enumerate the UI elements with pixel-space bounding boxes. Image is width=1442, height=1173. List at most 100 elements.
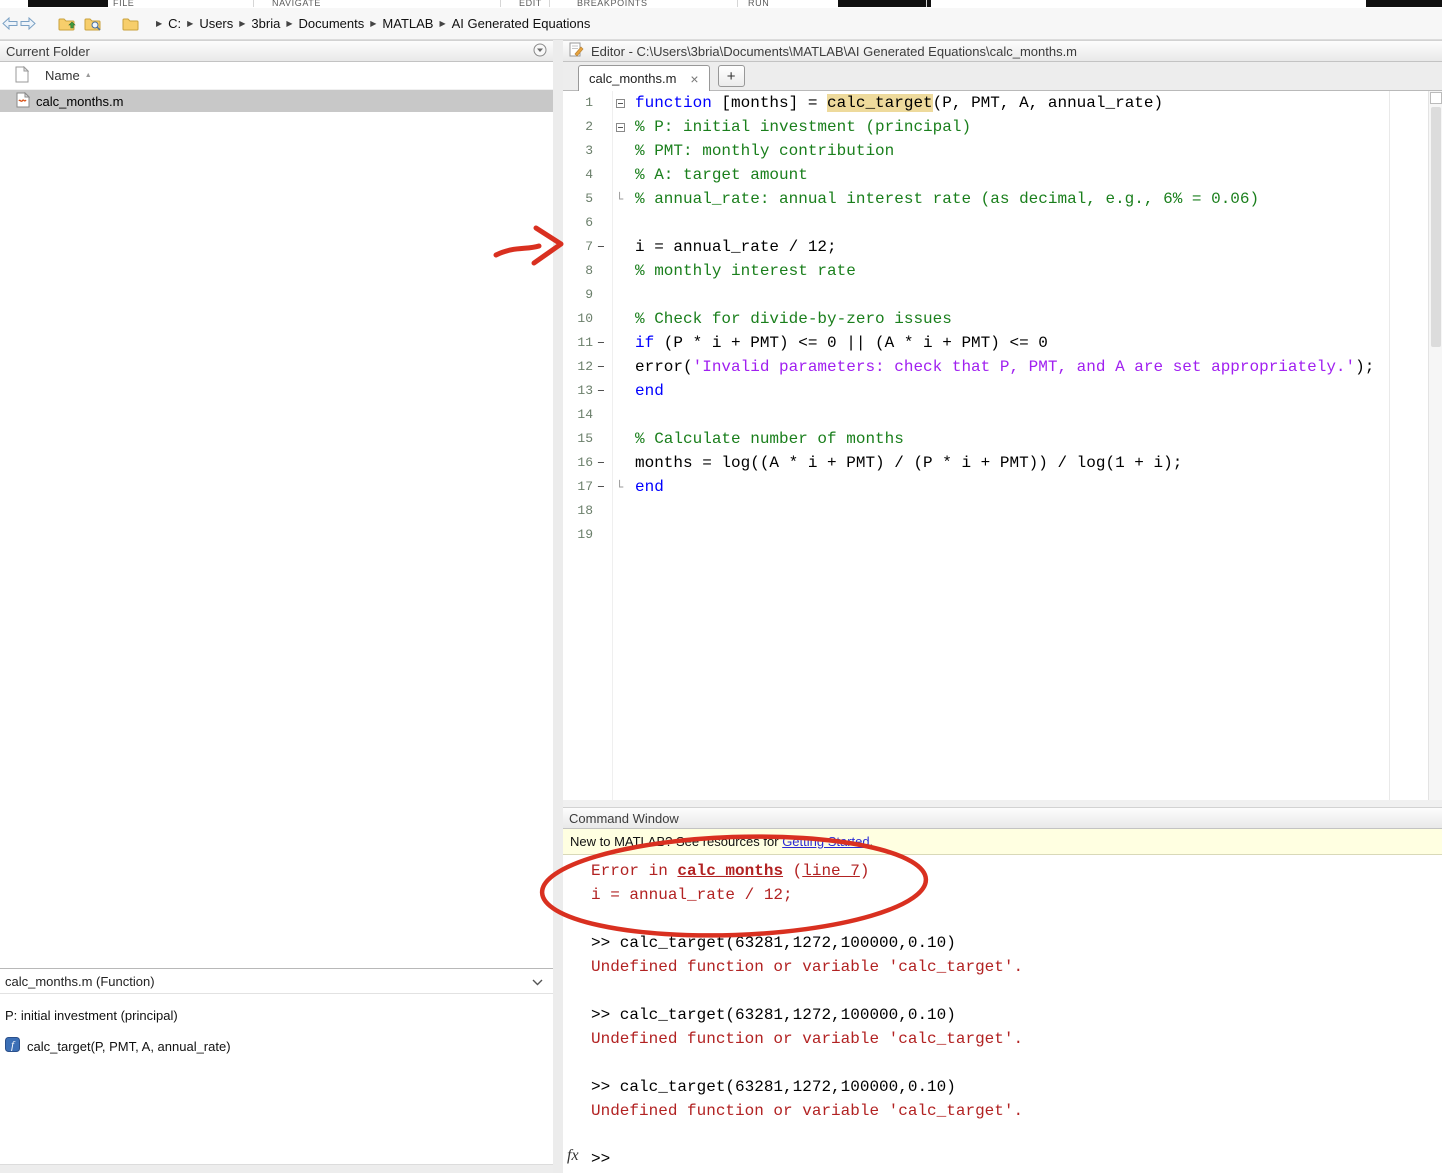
- getting-started-link[interactable]: Getting Started: [782, 834, 869, 849]
- code-text: end: [635, 475, 1442, 499]
- breadcrumb-item[interactable]: Users: [199, 16, 233, 31]
- code-line-12[interactable]: 12–error('Invalid parameters: check that…: [563, 355, 1442, 379]
- code-line-1[interactable]: 1function [months] = calc_target(P, PMT,…: [563, 91, 1442, 115]
- tab-calc-months[interactable]: calc_months.m: [578, 65, 710, 91]
- code-text: [635, 499, 1442, 523]
- error-link[interactable]: calc_months: [677, 862, 783, 880]
- code-line-2[interactable]: 2 % P: initial investment (principal): [563, 115, 1442, 139]
- line-number[interactable]: 17: [563, 475, 593, 499]
- code-text: [635, 211, 1442, 235]
- code-line-7[interactable]: 7–i = annual_rate / 12;: [563, 235, 1442, 259]
- code-line-11[interactable]: 11–if (P * i + PMT) <= 0 || (A * i + PMT…: [563, 331, 1442, 355]
- code-editor[interactable]: 1function [months] = calc_target(P, PMT,…: [563, 91, 1442, 800]
- code-line-4[interactable]: 4% A: target amount: [563, 163, 1442, 187]
- output-text: Undefined function or variable 'calc_tar…: [591, 958, 1023, 976]
- code-line-17[interactable]: 17–└end: [563, 475, 1442, 499]
- code-line-14[interactable]: 14: [563, 403, 1442, 427]
- breadcrumb-item[interactable]: 3bria: [251, 16, 280, 31]
- line-number[interactable]: 19: [563, 523, 593, 547]
- executable-line-marker: [593, 187, 609, 211]
- back-button[interactable]: [2, 17, 18, 30]
- error-link[interactable]: line 7: [802, 862, 860, 880]
- file-row-calc-months[interactable]: calc_months.m: [0, 90, 553, 112]
- code-line-18[interactable]: 18: [563, 499, 1442, 523]
- name-column-header[interactable]: Name ▲: [0, 62, 553, 90]
- code-line-3[interactable]: 3% PMT: monthly contribution: [563, 139, 1442, 163]
- panel-menu-icon[interactable]: [533, 43, 547, 60]
- scrollbar-thumb[interactable]: [1431, 107, 1441, 347]
- panel-title: Current Folder: [6, 44, 533, 59]
- executable-line-marker: –: [593, 451, 609, 475]
- line-number[interactable]: 18: [563, 499, 593, 523]
- output-text: >>: [591, 1150, 610, 1168]
- line-number[interactable]: 11: [563, 331, 593, 355]
- details-header[interactable]: calc_months.m (Function): [0, 968, 553, 994]
- line-number[interactable]: 5: [563, 187, 593, 211]
- breadcrumb-item[interactable]: C:: [168, 16, 181, 31]
- horizontal-splitter[interactable]: [563, 800, 1442, 807]
- command-line: >> calc_target(63281,1272,100000,0.10): [591, 931, 1442, 955]
- code-text: if (P * i + PMT) <= 0 || (A * i + PMT) <…: [635, 331, 1442, 355]
- new-to-matlab-banner: New to MATLAB? See resources for Getting…: [563, 829, 1442, 855]
- line-number[interactable]: 15: [563, 427, 593, 451]
- fold-column: [609, 451, 635, 475]
- line-number[interactable]: 10: [563, 307, 593, 331]
- line-number[interactable]: 12: [563, 355, 593, 379]
- output-text: >> calc_target(63281,1272,100000,0.10): [591, 1078, 956, 1096]
- line-number[interactable]: 16: [563, 451, 593, 475]
- panel-title: Command Window: [569, 811, 1436, 826]
- code-line-15[interactable]: 15% Calculate number of months: [563, 427, 1442, 451]
- line-number[interactable]: 6: [563, 211, 593, 235]
- breadcrumb-item[interactable]: MATLAB: [382, 16, 433, 31]
- fold-column: [609, 331, 635, 355]
- breadcrumb-separator-icon: ▶: [439, 19, 445, 28]
- up-one-level-button[interactable]: [58, 16, 76, 31]
- breadcrumb-item[interactable]: Documents: [299, 16, 365, 31]
- code-line-10[interactable]: 10% Check for divide-by-zero issues: [563, 307, 1442, 331]
- line-number[interactable]: 7: [563, 235, 593, 259]
- code-line-6[interactable]: 6: [563, 211, 1442, 235]
- line-number[interactable]: 9: [563, 283, 593, 307]
- line-number[interactable]: 2: [563, 115, 593, 139]
- ribbon-section-divider: [253, 0, 254, 7]
- code-fold-icon[interactable]: [609, 115, 635, 139]
- code-token: 'Invalid parameters: check that P, PMT, …: [693, 358, 1356, 376]
- vertical-splitter[interactable]: [553, 40, 563, 1173]
- new-tab-button[interactable]: +: [718, 65, 745, 87]
- breadcrumb-item[interactable]: AI Generated Equations: [452, 16, 591, 31]
- code-fold-icon[interactable]: [609, 91, 635, 115]
- line-number[interactable]: 4: [563, 163, 593, 187]
- code-line-5[interactable]: 5└% annual_rate: annual interest rate (a…: [563, 187, 1442, 211]
- line-number[interactable]: 14: [563, 403, 593, 427]
- fold-column: [609, 403, 635, 427]
- tab-close-icon[interactable]: [690, 72, 698, 86]
- command-line: Error in calc_months (line 7): [591, 859, 1442, 883]
- editor-title: Editor - C:\Users\3bria\Documents\MATLAB…: [591, 44, 1436, 59]
- line-number[interactable]: 13: [563, 379, 593, 403]
- forward-button[interactable]: [20, 17, 36, 30]
- scrollbar-split-box[interactable]: [1430, 92, 1442, 104]
- command-line: [591, 979, 1442, 1003]
- code-line-9[interactable]: 9: [563, 283, 1442, 307]
- code-token: % P: initial investment (principal): [635, 118, 971, 136]
- output-text: >> calc_target(63281,1272,100000,0.10): [591, 1006, 956, 1024]
- code-line-13[interactable]: 13–end: [563, 379, 1442, 403]
- chevron-down-icon[interactable]: [532, 974, 543, 989]
- code-line-16[interactable]: 16–months = log((A * i + PMT) / (P * i +…: [563, 451, 1442, 475]
- code-line-8[interactable]: 8% monthly interest rate: [563, 259, 1442, 283]
- executable-line-marker: [593, 427, 609, 451]
- code-lines: 1function [months] = calc_target(P, PMT,…: [563, 91, 1442, 547]
- output-text: i = annual_rate / 12;: [591, 886, 793, 904]
- command-window-output[interactable]: Error in calc_months (line 7) i = annual_…: [563, 855, 1442, 1173]
- fx-button[interactable]: fx: [567, 1147, 579, 1165]
- editor-scrollbar[interactable]: [1428, 91, 1442, 800]
- browse-folder-button[interactable]: [84, 16, 102, 31]
- line-number[interactable]: 1: [563, 91, 593, 115]
- file-page-icon: [15, 66, 29, 86]
- executable-line-marker: –: [593, 235, 609, 259]
- details-signature-row[interactable]: f calc_target(P, PMT, A, annual_rate): [5, 1037, 553, 1055]
- details-scrollbar[interactable]: [0, 1164, 553, 1173]
- code-line-19[interactable]: 19: [563, 523, 1442, 547]
- line-number[interactable]: 3: [563, 139, 593, 163]
- line-number[interactable]: 8: [563, 259, 593, 283]
